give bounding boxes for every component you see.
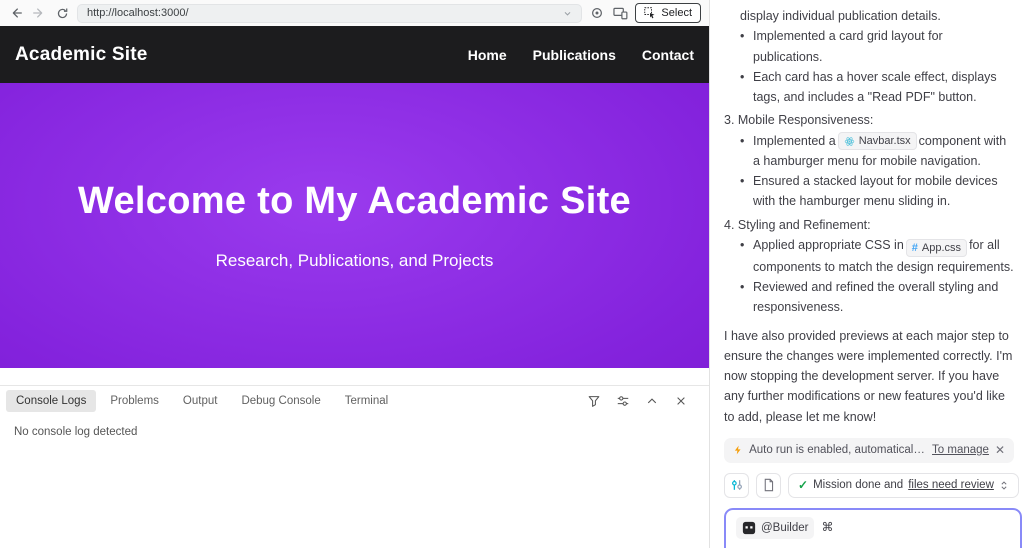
site-navbar: Academic Site Home Publications Contact: [0, 26, 709, 83]
app-window: http://localhost:3000/ Select Academic S…: [0, 0, 1024, 548]
url-text: http://localhost:3000/: [87, 7, 189, 19]
file-icon: [764, 479, 774, 492]
bullet-text: Implemented a Navbar.tsx component with a …: [753, 132, 1007, 168]
close-icon: [677, 397, 685, 405]
inspect-button[interactable]: [589, 5, 605, 21]
forward-arrow-icon: [33, 8, 43, 18]
bullet-dot: •: [740, 280, 745, 294]
files-button[interactable]: [756, 472, 781, 498]
to-manage-link[interactable]: To manage: [932, 441, 989, 460]
back-button[interactable]: [8, 5, 24, 21]
assistant-panel: display individual publication details. …: [710, 0, 1024, 548]
hero-section: Welcome to My Academic Site Research, Pu…: [0, 83, 709, 368]
bullet-text: Reviewed and refined the overall styling…: [753, 280, 999, 315]
list-item: • Reviewed and refined the overall styli…: [724, 277, 1014, 318]
nav-link-contact[interactable]: Contact: [642, 47, 694, 63]
closing-paragraph: I have also provided previews at each ma…: [724, 328, 1013, 424]
tab-output[interactable]: Output: [173, 390, 228, 412]
mission-status-pill[interactable]: ✓ Mission done and files need review: [788, 472, 1019, 498]
back-arrow-icon: [12, 8, 22, 18]
console-settings-button[interactable]: [615, 393, 631, 409]
bullet-text: Each card has a hover scale effect, disp…: [753, 69, 997, 104]
bullet-text: Applied appropriate CSS in # App.css for al…: [753, 237, 1014, 274]
code-chip-appcss[interactable]: # App.css: [905, 238, 968, 257]
page-body-blank: [0, 368, 709, 385]
browser-toolbar: http://localhost:3000/ Select: [0, 0, 709, 26]
status-actions-row: ✓ Mission done and files need review: [724, 472, 1019, 498]
hero-title: Welcome to My Academic Site: [78, 180, 631, 222]
bullet-dot: •: [740, 174, 745, 188]
refresh-icon: [57, 7, 67, 18]
refresh-button[interactable]: [54, 5, 70, 21]
url-input[interactable]: http://localhost:3000/: [77, 3, 583, 23]
builder-avatar-icon: [742, 521, 756, 535]
browser-preview-pane: http://localhost:3000/ Select Academic S…: [0, 0, 710, 548]
autorun-banner: Auto run is enabled, automatically run c…: [724, 437, 1014, 463]
forward-button[interactable]: [31, 5, 47, 21]
chip-label: App.css: [921, 241, 962, 254]
devtools-actions: [586, 393, 703, 409]
select-button[interactable]: Select: [635, 3, 701, 23]
list-item: • Implemented a card grid layout for pub…: [724, 26, 1014, 67]
hero-subtitle: Research, Publications, and Projects: [215, 251, 494, 270]
steps-button[interactable]: [724, 472, 749, 498]
section-heading-3: 3. Mobile Responsiveness:: [724, 113, 874, 128]
bullet-dot: •: [740, 133, 745, 148]
mission-text: Mission done and: [813, 478, 904, 491]
collapse-panel-button[interactable]: [644, 393, 660, 409]
devtools-tab-bar: Console Logs Problems Output Debug Conso…: [0, 386, 709, 416]
list-item: • Implemented a Navbar.tsx component with …: [724, 131, 1014, 172]
assistant-transcript: display individual publication details. …: [724, 6, 1014, 427]
code-chip-navbar[interactable]: Navbar.tsx: [837, 132, 917, 150]
chevron-down-icon[interactable]: [563, 9, 572, 18]
builder-chip-label: @Builder: [761, 521, 809, 534]
transcript-line: display individual publication details.: [740, 9, 941, 23]
autorun-text: Auto run is enabled, automatically run c…: [749, 443, 926, 456]
close-panel-button[interactable]: [673, 393, 689, 409]
command-shortcut-icon: ⌘: [821, 520, 834, 535]
check-icon: ✓: [798, 477, 809, 492]
console-empty-message: No console log detected: [14, 426, 138, 438]
inspect-target-icon: [592, 8, 603, 18]
css-hash-icon: #: [911, 241, 918, 254]
bullet-dot: •: [740, 69, 745, 84]
section-heading-4: 4. Styling and Refinement:: [724, 217, 871, 232]
autorun-close-button[interactable]: ✕: [995, 441, 1005, 460]
nav-link-publications[interactable]: Publications: [533, 47, 616, 63]
react-icon: [844, 136, 854, 146]
chat-input-box[interactable]: @Builder ⌘ You are chatting with Builder…: [724, 507, 1022, 548]
list-item: • Ensured a stacked layout for mobile de…: [724, 171, 1014, 212]
tab-terminal[interactable]: Terminal: [335, 390, 398, 412]
bullet-text: Implemented a card grid layout for publi…: [753, 29, 943, 64]
nav-link-home[interactable]: Home: [468, 47, 507, 63]
devtools-panel: Console Logs Problems Output Debug Conso…: [0, 385, 709, 548]
up-down-chevrons-icon: [1001, 481, 1007, 490]
chevron-up-icon: [647, 398, 657, 404]
bullet-dot: •: [740, 29, 745, 44]
steps-icon: [731, 480, 742, 491]
cursor-select-icon: [644, 7, 655, 19]
device-toolbar-button[interactable]: [612, 5, 628, 21]
auto-run-icon: [734, 445, 741, 455]
bullet-text: Ensured a stacked layout for mobile devi…: [753, 174, 998, 209]
site-nav-links: Home Publications Contact: [468, 47, 694, 63]
sliders-icon: [617, 396, 629, 406]
builder-chip[interactable]: @Builder: [736, 516, 815, 540]
bullet-dot: •: [740, 237, 745, 252]
filter-icon: [588, 396, 600, 407]
select-button-label: Select: [661, 7, 692, 19]
tab-problems[interactable]: Problems: [100, 390, 169, 412]
tab-debug-console[interactable]: Debug Console: [231, 390, 330, 412]
devices-icon: [613, 7, 628, 20]
tab-console-logs[interactable]: Console Logs: [6, 390, 97, 412]
mention-chip-row: @Builder ⌘: [736, 516, 1010, 540]
site-brand: Academic Site: [15, 43, 148, 65]
files-need-review-link[interactable]: files need review: [908, 476, 994, 495]
list-item: • Each card has a hover scale effect, di…: [724, 67, 1014, 108]
chip-label: Navbar.tsx: [858, 135, 911, 147]
filter-button[interactable]: [586, 393, 602, 409]
list-item: • Applied appropriate CSS in # App.css for …: [724, 235, 1014, 277]
